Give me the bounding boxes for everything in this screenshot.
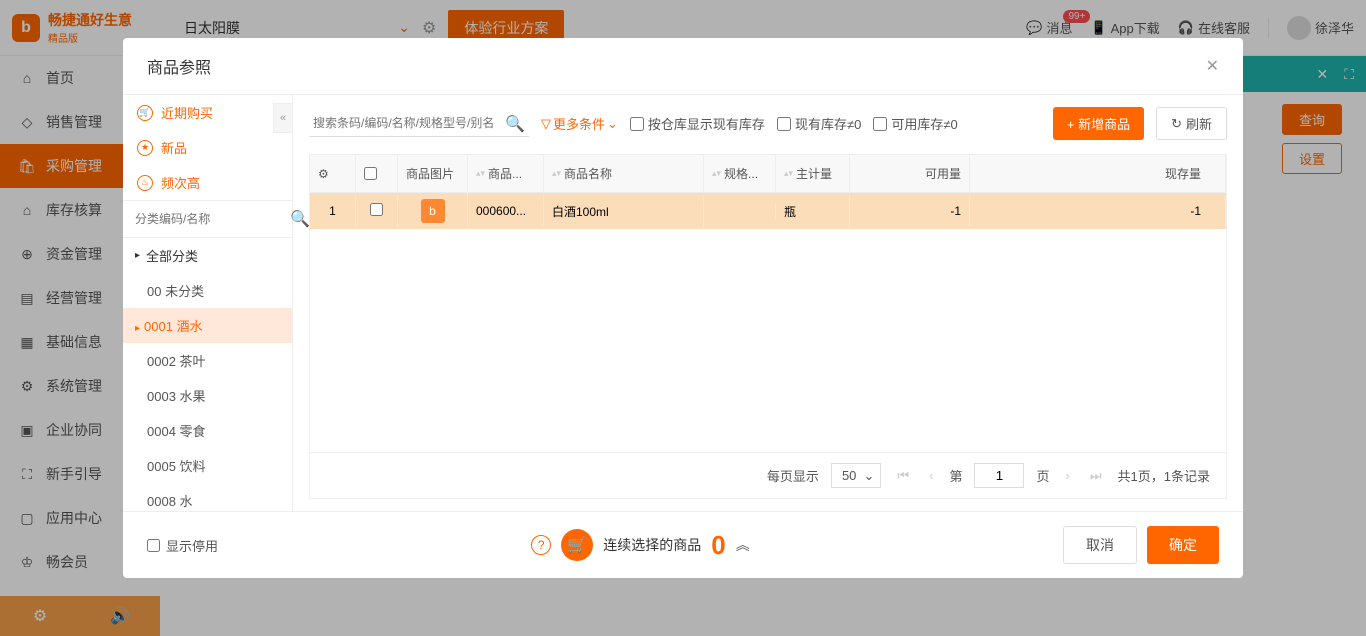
modal-footer: 显示停用 ? 🛒 连续选择的商品 0 ︽ 取消 确定 xyxy=(123,511,1243,578)
cell-available: -1 xyxy=(850,196,970,226)
sort-icon: ▴▾ xyxy=(476,171,485,176)
modal-right-content: 🔍 ▽ 更多条件⌄ 按仓库显示现有库存 现有库存≠0 可用库存≠0 + 新增商品… xyxy=(293,95,1243,511)
cart-icon: 🛒 xyxy=(561,529,593,561)
tree-cat-2[interactable]: 0002 茶叶 xyxy=(123,343,292,378)
tree-cat-0[interactable]: 00 未分类 xyxy=(123,273,292,308)
search-input-wrap: 🔍 xyxy=(309,110,529,137)
cell-image: b xyxy=(398,193,468,231)
th-code[interactable]: ▴▾商品... xyxy=(468,155,544,192)
prev-page-btn[interactable]: ‹ xyxy=(925,468,937,483)
product-reference-modal: 商品参照 ✕ « 🛒近期购买 ★新品 ♨频次高 🔍 ▸全部分类 00 未分类 xyxy=(123,38,1243,578)
modal-body: « 🛒近期购买 ★新品 ♨频次高 🔍 ▸全部分类 00 未分类 0001 酒水 … xyxy=(123,95,1243,511)
gear-icon: ⚙ xyxy=(318,167,329,181)
modal-title: 商品参照 xyxy=(147,54,211,78)
checkbox-available[interactable]: 可用库存≠0 xyxy=(873,114,957,133)
search-icon[interactable]: 🔍 xyxy=(290,209,310,229)
tree-all[interactable]: ▸全部分类 xyxy=(123,238,292,273)
th-stock[interactable]: 现存量 xyxy=(970,155,1226,192)
last-page-btn[interactable]: ⏭ xyxy=(1086,468,1106,484)
add-product-button[interactable]: + 新增商品 xyxy=(1053,107,1144,140)
tree-cat-3[interactable]: 0003 水果 xyxy=(123,378,292,413)
table-body: 1 b 000600... 白酒100ml 瓶 -1 -1 xyxy=(310,193,1226,452)
modal-overlay: 商品参照 ✕ « 🛒近期购买 ★新品 ♨频次高 🔍 ▸全部分类 00 未分类 xyxy=(0,0,1366,636)
tree-cat-1[interactable]: 0001 酒水 xyxy=(123,308,292,343)
cell-spec xyxy=(704,203,776,219)
sort-icon: ▴▾ xyxy=(784,171,793,176)
category-search-input[interactable] xyxy=(135,212,290,226)
show-disabled-checkbox[interactable]: 显示停用 xyxy=(147,536,218,555)
selected-label: 连续选择的商品 xyxy=(603,535,701,555)
checkbox-existing[interactable]: 现有库存≠0 xyxy=(777,114,861,133)
select-all-checkbox[interactable] xyxy=(364,167,377,180)
search-icon[interactable]: 🔍 xyxy=(505,114,525,134)
cancel-button[interactable]: 取消 xyxy=(1063,526,1137,564)
per-page-label: 每页显示 xyxy=(767,466,819,485)
product-table: ⚙ 商品图片 ▴▾商品... ▴▾商品名称 ▴▾规格... ▴▾主计量 可用量 … xyxy=(309,154,1227,499)
selected-summary: ? 🛒 连续选择的商品 0 ︽ xyxy=(531,529,749,561)
product-thumb-icon: b xyxy=(421,199,445,223)
refresh-icon: ↻ xyxy=(1171,116,1182,132)
chevron-down-icon: ⌄ xyxy=(607,116,618,132)
pagination: 每页显示 50 ⌄ ⏮ ‹ 第 页 › ⏭ 共1页，1条记录 xyxy=(310,452,1226,498)
star-icon: ★ xyxy=(137,140,153,156)
sort-icon: ▴▾ xyxy=(552,171,561,176)
th-image[interactable]: 商品图片 xyxy=(398,155,468,192)
tree-cat-6[interactable]: 0008 水 xyxy=(123,483,292,511)
caret-icon: ▸ xyxy=(135,250,140,261)
filter-frequent[interactable]: ♨频次高 xyxy=(123,165,292,200)
checkbox-warehouse[interactable]: 按仓库显示现有库存 xyxy=(630,114,765,133)
th-check xyxy=(356,155,398,192)
collapse-toggle[interactable]: « xyxy=(273,103,293,133)
page-size-select[interactable]: 50 ⌄ xyxy=(831,463,881,488)
table-row[interactable]: 1 b 000600... 白酒100ml 瓶 -1 -1 xyxy=(310,193,1226,229)
th-unit[interactable]: ▴▾主计量 xyxy=(776,155,850,192)
pagination-summary: 共1页，1条记录 xyxy=(1118,466,1210,485)
category-search: 🔍 xyxy=(123,201,292,238)
tree-cat-4[interactable]: 0004 零食 xyxy=(123,413,292,448)
next-page-btn[interactable]: › xyxy=(1061,468,1073,483)
cell-stock: -1 xyxy=(970,196,1226,226)
cell-code: 000600... xyxy=(468,196,544,226)
first-page-btn[interactable]: ⏮ xyxy=(893,468,913,484)
cell-unit: 瓶 xyxy=(776,195,850,228)
tree-cat-5[interactable]: 0005 饮料 xyxy=(123,448,292,483)
modal-left-panel: « 🛒近期购买 ★新品 ♨频次高 🔍 ▸全部分类 00 未分类 0001 酒水 … xyxy=(123,95,293,511)
quick-filters: 🛒近期购买 ★新品 ♨频次高 xyxy=(123,95,292,201)
cell-index: 1 xyxy=(310,196,356,226)
filter-recent[interactable]: 🛒近期购买 xyxy=(123,95,292,130)
cell-check xyxy=(356,195,398,227)
flame-icon: ♨ xyxy=(137,175,153,191)
table-header: ⚙ 商品图片 ▴▾商品... ▴▾商品名称 ▴▾规格... ▴▾主计量 可用量 … xyxy=(310,155,1226,193)
th-name[interactable]: ▴▾商品名称 xyxy=(544,155,704,192)
filter-icon: ▽ xyxy=(541,116,551,132)
close-icon[interactable]: ✕ xyxy=(1206,56,1219,76)
filter-new[interactable]: ★新品 xyxy=(123,130,292,165)
th-available[interactable]: 可用量 xyxy=(850,155,970,192)
footer-actions: 取消 确定 xyxy=(1063,526,1219,564)
modal-header: 商品参照 ✕ xyxy=(123,38,1243,95)
page-input[interactable] xyxy=(974,463,1024,488)
cell-name: 白酒100ml xyxy=(544,195,704,228)
search-row: 🔍 ▽ 更多条件⌄ 按仓库显示现有库存 现有库存≠0 可用库存≠0 + 新增商品… xyxy=(309,107,1227,140)
help-icon[interactable]: ? xyxy=(531,535,551,555)
more-filter-toggle[interactable]: ▽ 更多条件⌄ xyxy=(541,114,618,133)
confirm-button[interactable]: 确定 xyxy=(1147,526,1219,564)
selected-count: 0 xyxy=(711,530,725,561)
sort-icon: ▴▾ xyxy=(712,171,721,176)
cart-icon: 🛒 xyxy=(137,105,153,121)
product-search-input[interactable] xyxy=(309,110,529,137)
refresh-button[interactable]: ↻刷新 xyxy=(1156,107,1227,140)
th-spec[interactable]: ▴▾规格... xyxy=(704,155,776,192)
chevron-down-icon: ⌄ xyxy=(864,468,875,484)
th-gear[interactable]: ⚙ xyxy=(310,155,356,192)
category-tree: ▸全部分类 00 未分类 0001 酒水 0002 茶叶 0003 水果 000… xyxy=(123,238,292,511)
row-checkbox[interactable] xyxy=(370,203,383,216)
chevron-up-icon[interactable]: ︽ xyxy=(736,535,750,555)
